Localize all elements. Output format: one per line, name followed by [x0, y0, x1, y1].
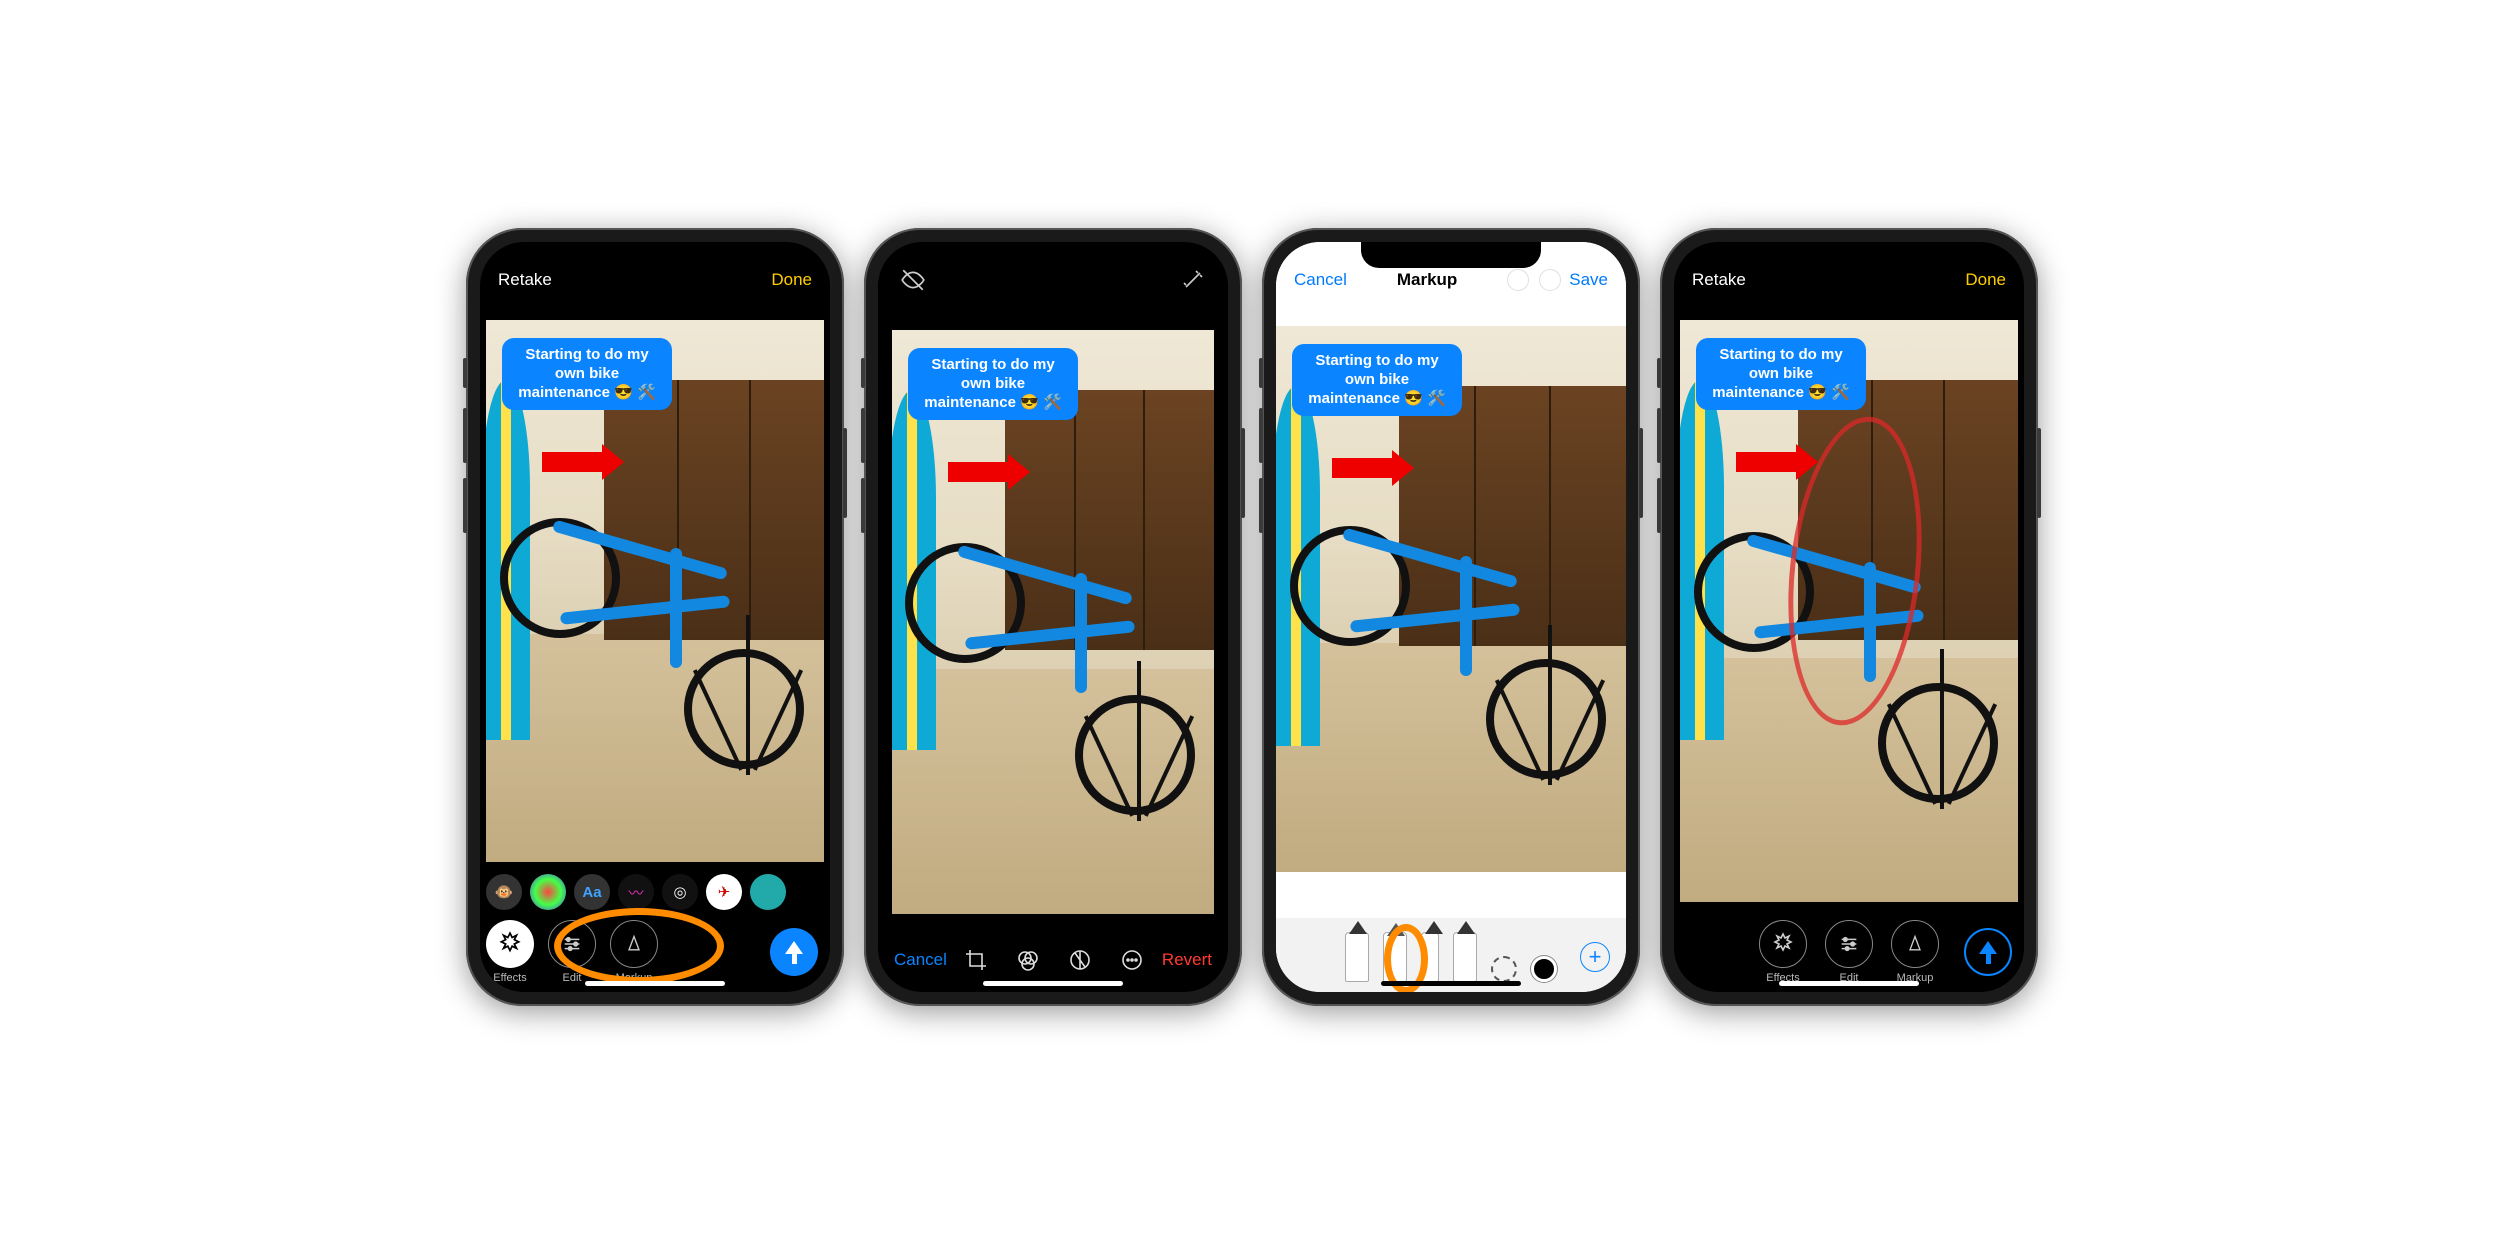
photo-canvas[interactable]: Starting to do my own bike maintenance 😎…: [1276, 326, 1626, 872]
phone-frame: Retake Done: [466, 228, 844, 1006]
redo-icon[interactable]: [1539, 269, 1561, 291]
home-indicator[interactable]: [1381, 981, 1521, 986]
edit-button[interactable]: [1825, 920, 1873, 968]
photo-preview: Starting to do my own bike maintenance 😎…: [486, 320, 824, 862]
app-animoji-icon[interactable]: 🐵: [486, 874, 522, 910]
home-indicator[interactable]: [585, 981, 725, 986]
screen-photo-edit: Starting to do my own bike maintenance 😎…: [878, 242, 1228, 992]
phone-frame: Cancel Markup Save: [1262, 228, 1640, 1006]
app-generic-icon[interactable]: [750, 874, 786, 910]
notch: [963, 242, 1143, 268]
undo-icon[interactable]: [1507, 269, 1529, 291]
markup-button[interactable]: [1891, 920, 1939, 968]
hide-icon[interactable]: [896, 263, 930, 297]
effects-button[interactable]: [1759, 920, 1807, 968]
markup-title: Markup: [1347, 270, 1507, 290]
save-button[interactable]: Save: [1569, 270, 1608, 290]
screen-camera-preview-after-markup: Retake Done: [1674, 242, 2024, 992]
retake-button[interactable]: Retake: [1692, 270, 1746, 290]
notch: [1361, 242, 1541, 268]
home-indicator[interactable]: [983, 981, 1123, 986]
tutorial-highlight-oval: [554, 908, 724, 984]
retake-button[interactable]: Retake: [498, 270, 552, 290]
app-activity-icon[interactable]: ◎: [662, 874, 698, 910]
notch: [1759, 242, 1939, 268]
done-button[interactable]: Done: [1965, 270, 2006, 290]
done-button[interactable]: Done: [771, 270, 812, 290]
bottom-tool-row: Effects Edit Markup: [1674, 912, 2024, 992]
effects-button[interactable]: [486, 920, 534, 968]
magic-wand-icon[interactable]: [1176, 263, 1210, 297]
red-arrow-annotation: [1736, 452, 1800, 472]
screen-markup: Cancel Markup Save: [1276, 242, 1626, 992]
imessage-apps-row[interactable]: 🐵 Aa 〰 ◎ ✈: [486, 872, 824, 912]
eraser-tool-icon[interactable]: [1453, 932, 1477, 982]
caption-bubble[interactable]: Starting to do my own bike maintenance 😎…: [502, 338, 672, 410]
app-photos-icon[interactable]: [530, 874, 566, 910]
color-picker-icon[interactable]: [1531, 956, 1557, 982]
red-arrow-annotation: [542, 452, 606, 472]
edit-label: Edit: [563, 972, 582, 984]
photo-preview: Starting to do my own bike maintenance 😎…: [1680, 320, 2018, 902]
photo-preview[interactable]: Starting to do my own bike maintenance 😎…: [892, 330, 1214, 914]
send-button[interactable]: [770, 928, 818, 976]
cancel-button[interactable]: Cancel: [1294, 270, 1347, 290]
home-indicator[interactable]: [1779, 981, 1919, 986]
red-arrow-annotation: [948, 462, 1012, 482]
effects-label: Effects: [493, 972, 526, 984]
add-shape-button[interactable]: +: [1580, 942, 1610, 972]
revert-button[interactable]: Revert: [1162, 950, 1212, 970]
notch: [565, 242, 745, 268]
filters-icon[interactable]: [1015, 947, 1041, 973]
more-icon[interactable]: [1119, 947, 1145, 973]
cancel-button[interactable]: Cancel: [894, 950, 947, 970]
caption-bubble[interactable]: Starting to do my own bike maintenance 😎…: [1696, 338, 1866, 410]
screen-camera-preview: Retake Done: [480, 242, 830, 992]
send-button[interactable]: [1964, 928, 2012, 976]
bottom-tool-row: Effects Edit Markup: [480, 912, 830, 992]
pen-tool-icon[interactable]: [1345, 932, 1369, 982]
phone-frame: Starting to do my own bike maintenance 😎…: [864, 228, 1242, 1006]
caption-bubble: Starting to do my own bike maintenance 😎…: [908, 348, 1078, 420]
crop-icon[interactable]: [963, 947, 989, 973]
red-arrow-annotation: [1332, 458, 1396, 478]
adjust-icon[interactable]: [1067, 947, 1093, 973]
lasso-tool-icon[interactable]: [1491, 956, 1517, 982]
app-text-effects-icon[interactable]: Aa: [574, 874, 610, 910]
caption-bubble: Starting to do my own bike maintenance 😎…: [1292, 344, 1462, 416]
app-digital-touch-icon[interactable]: 〰: [618, 874, 654, 910]
app-airline-icon[interactable]: ✈: [706, 874, 742, 910]
phone-frame: Retake Done: [1660, 228, 2038, 1006]
